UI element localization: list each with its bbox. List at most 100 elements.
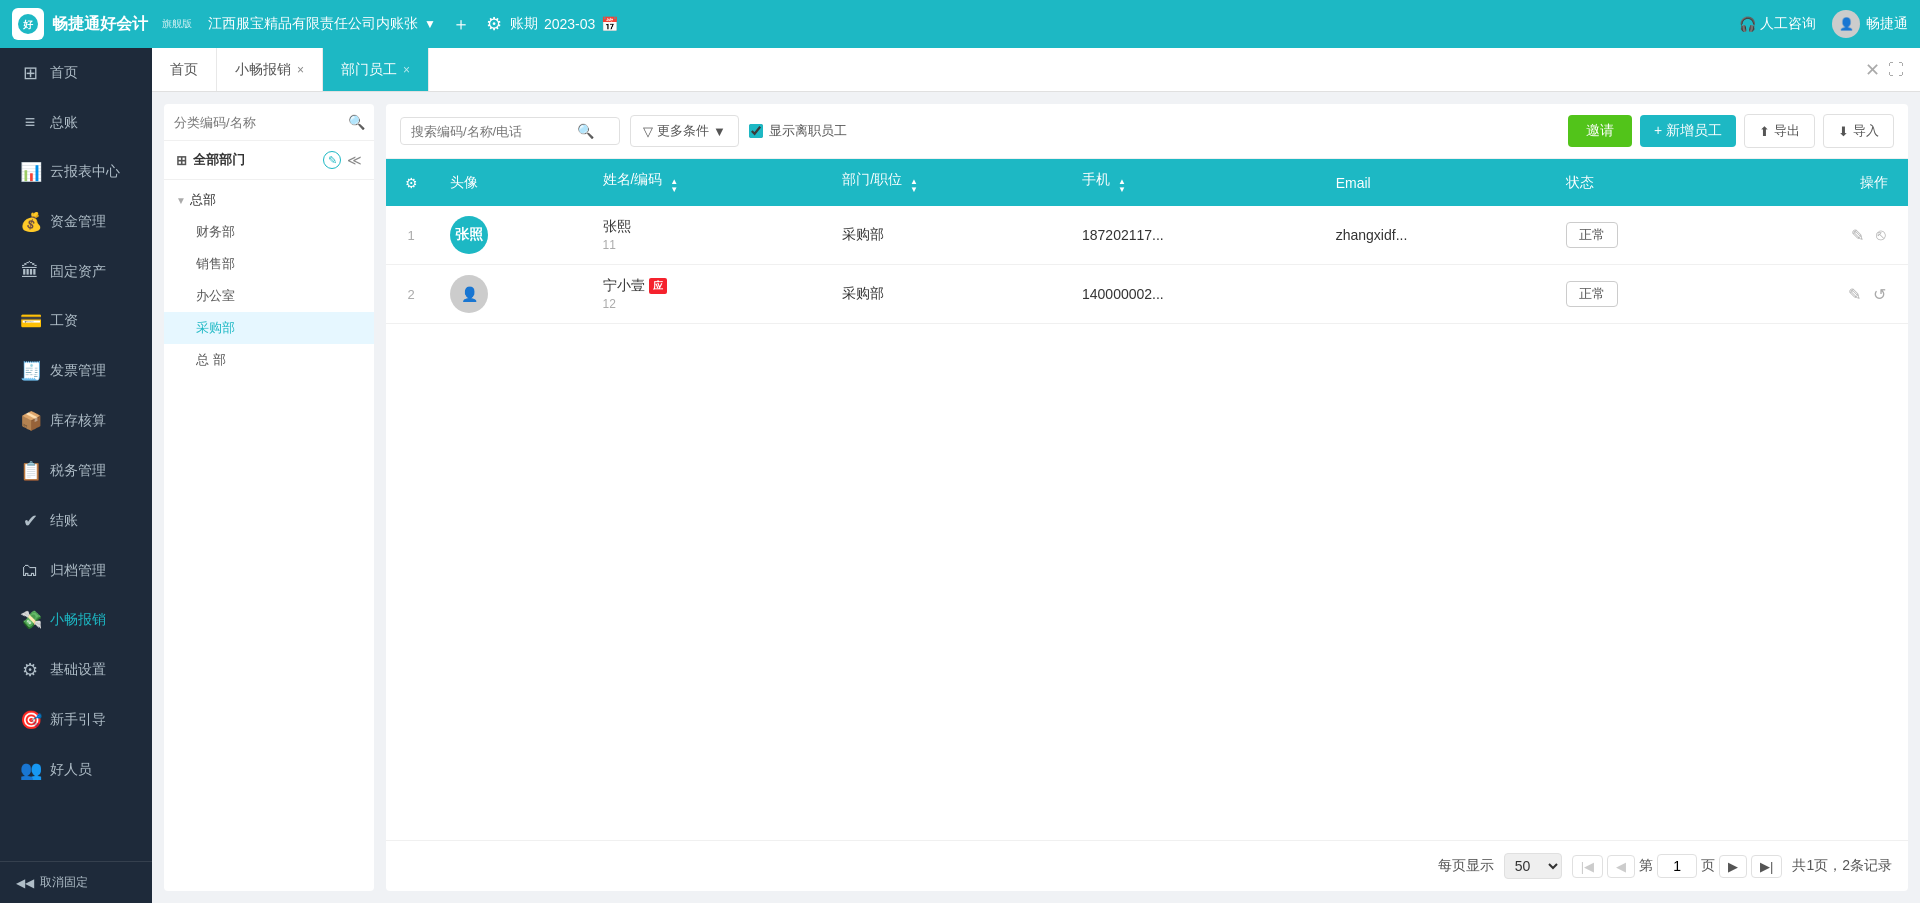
col-status: 状态	[1552, 159, 1737, 206]
tab-expense-label: 小畅报销	[235, 61, 291, 79]
sidebar-item-assets[interactable]: 🏛 固定资产	[0, 247, 152, 296]
page-nav: |◀ ◀ 第 页 ▶ ▶|	[1572, 854, 1783, 878]
edition-label: 旗舰版	[162, 17, 192, 31]
funds-icon: 💰	[20, 211, 40, 233]
first-page-btn[interactable]: |◀	[1572, 855, 1603, 878]
sidebar-item-tax[interactable]: 📋 税务管理	[0, 446, 152, 496]
all-dept-header[interactable]: ⊞ 全部部门 ✎ ≪	[164, 141, 374, 180]
sidebar-item-home[interactable]: ⊞ 首页	[0, 48, 152, 98]
dept-node-finance[interactable]: 财务部	[164, 216, 374, 248]
row2-refresh-icon[interactable]: ↺	[1873, 285, 1886, 304]
employee-search-input[interactable]	[411, 124, 571, 139]
invite-button[interactable]: 邀请	[1568, 115, 1632, 147]
row2-tag: 应	[649, 278, 667, 294]
tab-expense[interactable]: 小畅报销 ×	[217, 48, 323, 91]
user-area[interactable]: 👤 畅捷通	[1832, 10, 1908, 38]
sidebar-item-expense[interactable]: 💸 小畅报销	[0, 595, 152, 645]
dept-search-icon[interactable]: 🔍	[348, 114, 365, 130]
row1-logout-icon[interactable]: ⎋	[1876, 226, 1886, 244]
per-page-select[interactable]: 50 10 20 100	[1504, 853, 1562, 879]
dept-node-purchase[interactable]: 采购部	[164, 312, 374, 344]
period-area[interactable]: 账期 2023-03 📅	[510, 15, 618, 33]
sidebar-label-salary: 工资	[50, 312, 78, 330]
dept-tree: ▼ 总部 财务部 销售部 办公室 采购部	[164, 180, 374, 891]
checkout-icon: ✔	[20, 510, 40, 532]
sidebar-item-archive[interactable]: 🗂 归档管理	[0, 546, 152, 595]
tab-department-close[interactable]: ×	[403, 63, 410, 77]
add-button[interactable]: ＋	[452, 12, 470, 36]
row1-avatar: 张照	[436, 206, 589, 265]
company-selector[interactable]: 江西服宝精品有限责任公司内账张 ▼	[208, 15, 436, 33]
right-toolbar: 🔍 ▽ 更多条件 ▼ 显示离职员工 邀请 + 新增员工	[386, 104, 1908, 159]
sidebar-item-invoice[interactable]: 🧾 发票管理	[0, 346, 152, 396]
row2-status-badge: 正常	[1566, 281, 1618, 307]
unpin-button[interactable]: ◀◀ 取消固定	[0, 861, 152, 903]
sidebar-item-funds[interactable]: 💰 资金管理	[0, 197, 152, 247]
filter-button[interactable]: ▽ 更多条件 ▼	[630, 115, 739, 147]
employee-search-icon[interactable]: 🔍	[577, 123, 594, 139]
left-panel: 🔍 ⊞ 全部部门 ✎ ≪ ▼ 总部 财务部	[164, 104, 374, 891]
dept-node-sales[interactable]: 销售部	[164, 248, 374, 280]
sidebar-item-reports[interactable]: 📊 云报表中心	[0, 147, 152, 197]
add-employee-button[interactable]: + 新增员工	[1640, 115, 1736, 147]
close-window-icon[interactable]: ✕	[1865, 59, 1880, 81]
sidebar-label-invoice: 发票管理	[50, 362, 106, 380]
sidebar-item-guide[interactable]: 🎯 新手引导	[0, 695, 152, 745]
sidebar-item-inventory[interactable]: 📦 库存核算	[0, 396, 152, 446]
unpin-label: 取消固定	[40, 874, 88, 891]
col-settings[interactable]: ⚙	[386, 159, 436, 206]
sidebar-item-checkout[interactable]: ✔ 结账	[0, 496, 152, 546]
sort-name-icon: ▲▼	[670, 178, 678, 194]
dept-header-actions: ✎ ≪	[323, 151, 362, 169]
sidebar-item-salary[interactable]: 💳 工资	[0, 296, 152, 346]
maximize-icon[interactable]: ⛶	[1888, 61, 1904, 79]
service-button[interactable]: 🎧 人工咨询	[1739, 15, 1816, 33]
next-page-btn[interactable]: ▶	[1719, 855, 1747, 878]
dept-node-office[interactable]: 办公室	[164, 280, 374, 312]
company-dropdown-icon: ▼	[424, 17, 436, 31]
dept-label-zongbu: 总部	[190, 191, 216, 209]
dept-node-zongbu[interactable]: ▼ 总部	[164, 184, 374, 216]
sidebar-item-general-ledger[interactable]: ≡ 总账	[0, 98, 152, 147]
current-page-input[interactable]	[1657, 854, 1697, 878]
dept-search-input[interactable]	[174, 115, 342, 130]
import-icon: ⬇	[1838, 124, 1849, 139]
col-phone[interactable]: 手机 ▲▼	[1068, 159, 1322, 206]
dept-label-office: 办公室	[196, 287, 235, 305]
sidebar-item-settings[interactable]: ⚙ 基础设置	[0, 645, 152, 695]
expand-icon-zongbu: ▼	[176, 195, 186, 206]
col-dept-position[interactable]: 部门/职位 ▲▼	[828, 159, 1068, 206]
export-button[interactable]: ⬆ 导出	[1744, 114, 1815, 148]
col-name-code[interactable]: 姓名/编码 ▲▼	[589, 159, 829, 206]
employee-search-bar: 🔍	[400, 117, 620, 145]
sidebar-label-staff: 好人员	[50, 761, 92, 779]
dept-label-hq: 总 部	[196, 351, 226, 369]
last-page-btn[interactable]: ▶|	[1751, 855, 1782, 878]
dept-node-hq[interactable]: 总 部	[164, 344, 374, 376]
import-button[interactable]: ⬇ 导入	[1823, 114, 1894, 148]
prev-page-btn[interactable]: ◀	[1607, 855, 1635, 878]
tab-home[interactable]: 首页	[152, 48, 217, 91]
calendar-icon[interactable]: 📅	[601, 16, 618, 32]
show-resigned-label[interactable]: 显示离职员工	[749, 122, 847, 140]
row1-phone: 187202117...	[1068, 206, 1322, 265]
archive-icon: 🗂	[20, 560, 40, 581]
pagination-bar: 每页显示 50 10 20 100 |◀ ◀ 第 页 ▶ ▶|	[386, 840, 1908, 891]
dept-label-finance: 财务部	[196, 223, 235, 241]
dept-label-sales: 销售部	[196, 255, 235, 273]
settings-icon[interactable]: ⚙	[486, 13, 502, 35]
tab-department-label: 部门员工	[341, 61, 397, 79]
row2-edit-icon[interactable]: ✎	[1848, 285, 1861, 304]
tab-department[interactable]: 部门员工 ×	[323, 48, 429, 91]
dept-search-area: 🔍	[164, 104, 374, 141]
dept-label-purchase: 采购部	[196, 319, 235, 337]
sort-phone-icon: ▲▼	[1118, 178, 1126, 194]
sidebar-item-staff[interactable]: 👥 好人员	[0, 745, 152, 795]
dept-collapse-btn[interactable]: ≪	[347, 152, 362, 168]
tab-expense-close[interactable]: ×	[297, 63, 304, 77]
row1-edit-icon[interactable]: ✎	[1851, 226, 1864, 245]
row1-dept: 采购部	[828, 206, 1068, 265]
show-resigned-checkbox[interactable]	[749, 124, 763, 138]
app-name: 畅捷通好会计	[52, 14, 148, 35]
dept-add-btn[interactable]: ✎	[323, 151, 341, 169]
